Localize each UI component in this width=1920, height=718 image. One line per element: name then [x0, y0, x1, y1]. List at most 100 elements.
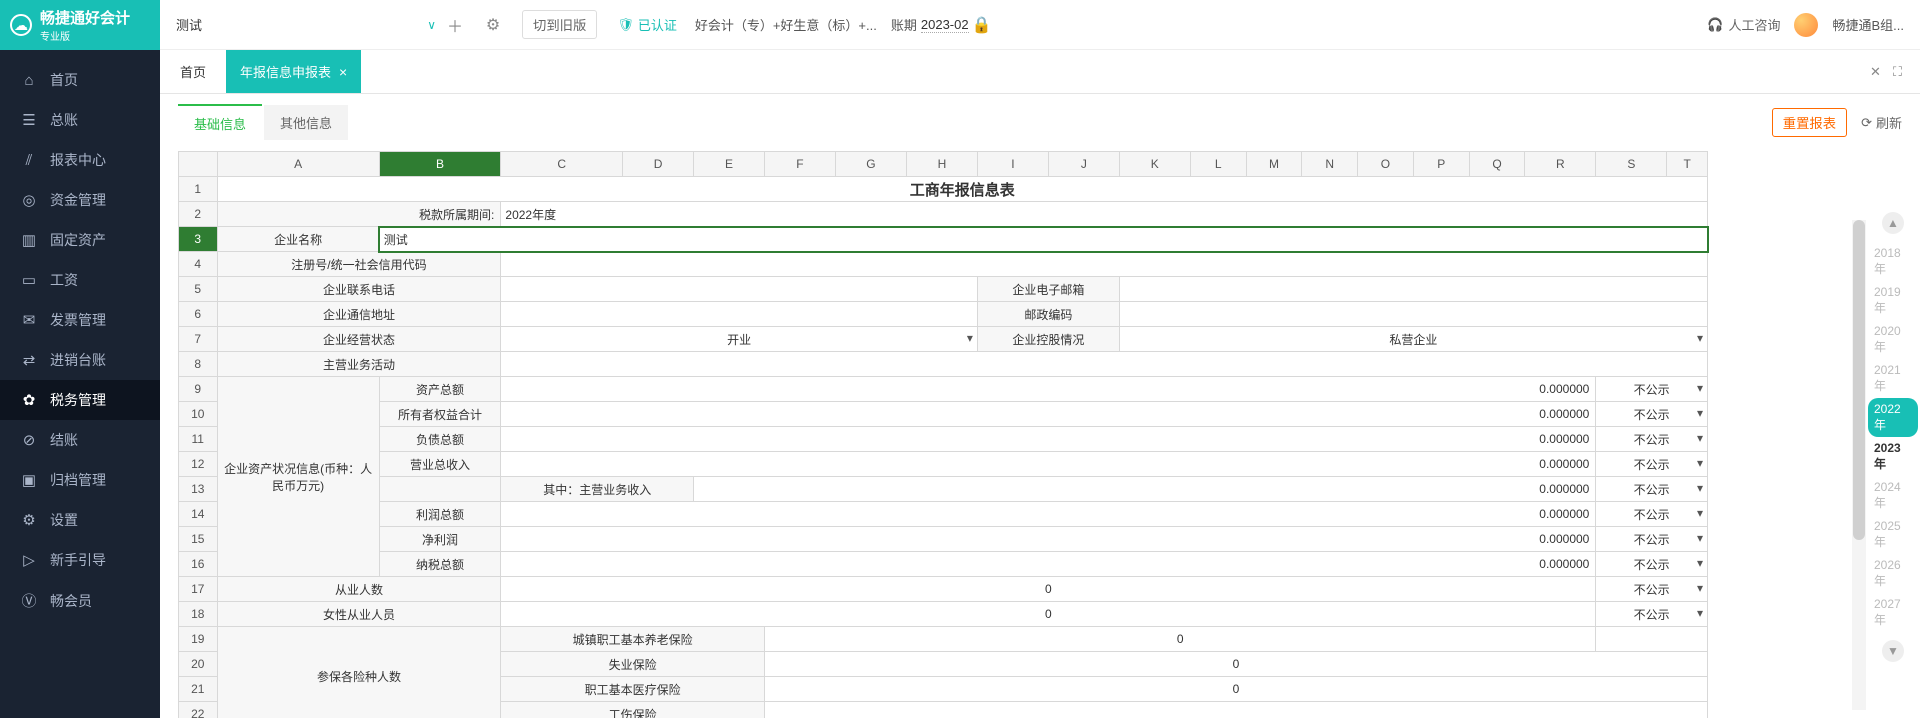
- nav-item-报表中心[interactable]: ⫽报表中心: [0, 140, 160, 180]
- cell[interactable]: 利润总额: [379, 502, 501, 527]
- period-lock-icon[interactable]: 🔒: [971, 15, 993, 35]
- cell[interactable]: 工商年报信息表: [217, 177, 1707, 202]
- support-button[interactable]: 🎧 人工咨询: [1707, 15, 1780, 34]
- cell[interactable]: 企业通信地址: [217, 302, 501, 327]
- cell[interactable]: 失业保险: [501, 652, 765, 677]
- cell[interactable]: [501, 277, 978, 302]
- year-2024年[interactable]: 2024年: [1868, 476, 1918, 515]
- cell[interactable]: 净利润: [379, 527, 501, 552]
- cell[interactable]: 0.000000: [501, 527, 1596, 552]
- nav-item-设置[interactable]: ⚙设置: [0, 500, 160, 540]
- cell[interactable]: 纳税总额: [379, 552, 501, 577]
- cell[interactable]: 主营业务活动: [217, 352, 501, 377]
- gear-icon[interactable]: ⚙: [482, 15, 504, 35]
- avatar[interactable]: [1794, 13, 1818, 37]
- cell[interactable]: [501, 252, 1708, 277]
- year-2025年[interactable]: 2025年: [1868, 515, 1918, 554]
- cell[interactable]: 2022年度: [501, 202, 1708, 227]
- cell[interactable]: 0.000000: [501, 402, 1596, 427]
- cell[interactable]: [501, 302, 978, 327]
- year-up-icon[interactable]: ▲: [1882, 212, 1904, 234]
- close-icon[interactable]: ×: [339, 64, 347, 80]
- year-2019年[interactable]: 2019年: [1868, 281, 1918, 320]
- year-down-icon[interactable]: ▼: [1882, 640, 1904, 662]
- nav-item-畅会员[interactable]: Ⓥ畅会员: [0, 580, 160, 621]
- cell[interactable]: [764, 702, 1707, 718]
- nav-item-首页[interactable]: ⌂首页: [0, 60, 160, 100]
- brand-logo[interactable]: ☁ 畅捷通好会计 专业版: [0, 0, 160, 50]
- cell[interactable]: [501, 352, 1708, 377]
- cell[interactable]: 资产总额: [379, 377, 501, 402]
- cell[interactable]: 不公示: [1596, 577, 1708, 602]
- cell[interactable]: 企业名称: [217, 227, 379, 252]
- nav-item-发票管理[interactable]: ✉发票管理: [0, 300, 160, 340]
- nav-item-工资[interactable]: ▭工资: [0, 260, 160, 300]
- cell[interactable]: 0: [764, 677, 1707, 702]
- nav-item-税务管理[interactable]: ✿税务管理: [0, 380, 160, 420]
- cell[interactable]: 0: [501, 577, 1596, 602]
- year-2020年[interactable]: 2020年: [1868, 320, 1918, 359]
- cell[interactable]: 城镇职工基本养老保险: [501, 627, 765, 652]
- cell[interactable]: [1119, 277, 1707, 302]
- certified-badge[interactable]: 🛡 已认证: [617, 15, 677, 34]
- year-2022年[interactable]: 2022年: [1868, 398, 1918, 437]
- cell[interactable]: 不公示: [1596, 377, 1708, 402]
- cell[interactable]: 企业资产状况信息(币种：人民币万元): [217, 377, 379, 577]
- cell[interactable]: 不公示: [1596, 527, 1708, 552]
- close-all-icon[interactable]: ✕: [1870, 64, 1881, 80]
- cell[interactable]: 0.000000: [501, 452, 1596, 477]
- cell[interactable]: 开业: [501, 327, 978, 352]
- cell[interactable]: 不公示: [1596, 502, 1708, 527]
- fullscreen-icon[interactable]: ⛶: [1893, 64, 1902, 80]
- cell[interactable]: 参保各险种人数: [217, 627, 501, 718]
- cell[interactable]: 0.000000: [501, 552, 1596, 577]
- year-2018年[interactable]: 2018年: [1868, 242, 1918, 281]
- nav-item-结账[interactable]: ⊘结账: [0, 420, 160, 460]
- cell[interactable]: 女性从业人员: [217, 602, 501, 627]
- year-2027年[interactable]: 2027年: [1868, 593, 1918, 632]
- cell[interactable]: 0: [501, 602, 1596, 627]
- year-2021年[interactable]: 2021年: [1868, 359, 1918, 398]
- tab-home[interactable]: 首页: [160, 50, 226, 93]
- tab-annual-report[interactable]: 年报信息申报表 ×: [226, 50, 361, 93]
- nav-item-进销台账[interactable]: ⇄进销台账: [0, 340, 160, 380]
- cell[interactable]: 所有者权益合计: [379, 402, 501, 427]
- company-selector[interactable]: 测试 ∨: [176, 15, 436, 34]
- nav-item-新手引导[interactable]: ▷新手引导: [0, 540, 160, 580]
- cell[interactable]: 企业控股情况: [977, 327, 1119, 352]
- nav-item-固定资产[interactable]: ▥固定资产: [0, 220, 160, 260]
- cell[interactable]: 注册号/统一社会信用代码: [217, 252, 501, 277]
- cell[interactable]: 0.000000: [501, 502, 1596, 527]
- nav-item-归档管理[interactable]: ▣归档管理: [0, 460, 160, 500]
- cell[interactable]: 营业总收入: [379, 452, 501, 477]
- user-name[interactable]: 畅捷通B组...: [1832, 15, 1904, 34]
- cell[interactable]: 0.000000: [694, 477, 1596, 502]
- cell[interactable]: [1596, 627, 1708, 652]
- cell[interactable]: 企业联系电话: [217, 277, 501, 302]
- cell[interactable]: 邮政编码: [977, 302, 1119, 327]
- cell[interactable]: 企业经营状态: [217, 327, 501, 352]
- cell[interactable]: 0: [764, 652, 1707, 677]
- cell[interactable]: 0: [764, 627, 1595, 652]
- cell[interactable]: [1119, 302, 1707, 327]
- cell[interactable]: 私营企业: [1119, 327, 1707, 352]
- year-2026年[interactable]: 2026年: [1868, 554, 1918, 593]
- nav-item-资金管理[interactable]: ◎资金管理: [0, 180, 160, 220]
- nav-item-总账[interactable]: ☰总账: [0, 100, 160, 140]
- cell[interactable]: 工伤保险: [501, 702, 765, 718]
- cell[interactable]: 不公示: [1596, 477, 1708, 502]
- cell[interactable]: [379, 477, 501, 502]
- cell[interactable]: 不公示: [1596, 552, 1708, 577]
- cell[interactable]: 税款所属期间:: [217, 202, 501, 227]
- cell[interactable]: 从业人数: [217, 577, 501, 602]
- cell[interactable]: 0.000000: [501, 427, 1596, 452]
- cell[interactable]: 测试: [379, 227, 1707, 252]
- cell[interactable]: 不公示: [1596, 427, 1708, 452]
- cell[interactable]: 其中：主营业务收入: [501, 477, 694, 502]
- scrollbar-vertical[interactable]: [1852, 220, 1866, 710]
- cell[interactable]: 负债总额: [379, 427, 501, 452]
- cell[interactable]: 不公示: [1596, 402, 1708, 427]
- spreadsheet[interactable]: ABCDEFGHIJKLMNOPQRST1工商年报信息表2税款所属期间:2022…: [178, 151, 1708, 718]
- refresh-button[interactable]: ⟳ 刷新: [1861, 113, 1902, 132]
- cell[interactable]: 不公示: [1596, 602, 1708, 627]
